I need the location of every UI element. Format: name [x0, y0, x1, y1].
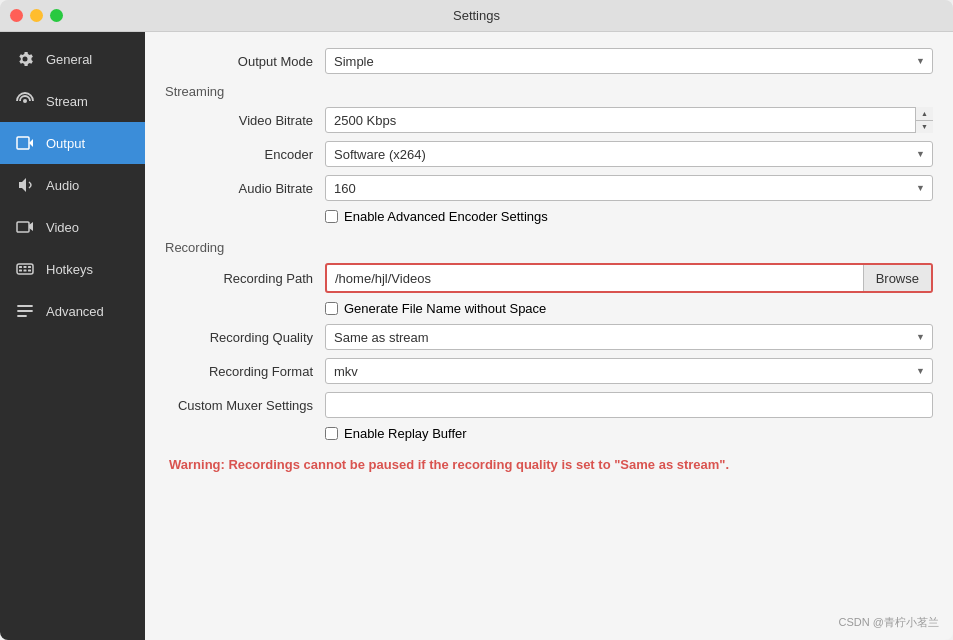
svg-rect-8 — [24, 270, 27, 272]
output-mode-row: Output Mode Simple Advanced — [165, 48, 933, 74]
svg-rect-4 — [19, 266, 22, 268]
hotkeys-icon — [14, 258, 36, 280]
recording-path-input[interactable] — [327, 265, 863, 291]
advanced-encoder-row: Enable Advanced Encoder Settings — [165, 209, 933, 224]
output-mode-select[interactable]: Simple Advanced — [325, 48, 933, 74]
recording-quality-row: Recording Quality Same as stream High Qu… — [165, 324, 933, 350]
audio-bitrate-row: Audio Bitrate 64 96 128 160 192 256 320 — [165, 175, 933, 201]
generate-filename-label: Generate File Name without Space — [344, 301, 546, 316]
replay-buffer-row: Enable Replay Buffer — [165, 426, 933, 441]
sidebar-label-audio: Audio — [46, 178, 79, 193]
sidebar-label-stream: Stream — [46, 94, 88, 109]
sidebar-label-hotkeys: Hotkeys — [46, 262, 93, 277]
recording-section-header: Recording — [165, 240, 933, 255]
video-bitrate-spinners: ▲ ▼ — [915, 107, 933, 133]
video-bitrate-spin-wrapper: ▲ ▼ — [325, 107, 933, 133]
titlebar: Settings — [0, 0, 953, 32]
recording-format-label: Recording Format — [165, 364, 325, 379]
minimize-button[interactable] — [30, 9, 43, 22]
video-bitrate-up[interactable]: ▲ — [916, 107, 933, 121]
window-title: Settings — [453, 8, 500, 23]
sidebar-label-general: General — [46, 52, 92, 67]
video-icon — [14, 216, 36, 238]
maximize-button[interactable] — [50, 9, 63, 22]
svg-rect-1 — [17, 137, 29, 149]
sidebar-item-general[interactable]: General — [0, 38, 145, 80]
audio-icon — [14, 174, 36, 196]
advanced-encoder-label: Enable Advanced Encoder Settings — [344, 209, 548, 224]
close-button[interactable] — [10, 9, 23, 22]
recording-quality-select[interactable]: Same as stream High Quality, Medium File… — [325, 324, 933, 350]
generate-filename-row: Generate File Name without Space — [165, 301, 933, 316]
encoder-select[interactable]: Software (x264) Hardware (NVENC) Hardwar… — [325, 141, 933, 167]
recording-format-row: Recording Format mkv mp4 mov flv ts m3u8 — [165, 358, 933, 384]
recording-path-label: Recording Path — [165, 271, 325, 286]
sidebar-item-advanced[interactable]: Advanced — [0, 290, 145, 332]
sidebar-item-output[interactable]: Output — [0, 122, 145, 164]
svg-point-0 — [23, 99, 27, 103]
svg-rect-5 — [24, 266, 27, 268]
sidebar-label-advanced: Advanced — [46, 304, 104, 319]
main-panel: Output Mode Simple Advanced Streaming Vi… — [145, 32, 953, 640]
svg-rect-3 — [17, 264, 33, 274]
sidebar-label-video: Video — [46, 220, 79, 235]
recording-quality-label: Recording Quality — [165, 330, 325, 345]
recording-format-select[interactable]: mkv mp4 mov flv ts m3u8 — [325, 358, 933, 384]
svg-rect-7 — [19, 270, 22, 272]
custom-muxer-row: Custom Muxer Settings — [165, 392, 933, 418]
stream-icon — [14, 90, 36, 112]
sidebar-item-audio[interactable]: Audio — [0, 164, 145, 206]
sidebar: General Stream — [0, 32, 145, 640]
custom-muxer-label: Custom Muxer Settings — [165, 398, 325, 413]
sidebar-item-video[interactable]: Video — [0, 206, 145, 248]
output-mode-select-wrapper: Simple Advanced — [325, 48, 933, 74]
recording-quality-select-wrapper: Same as stream High Quality, Medium File… — [325, 324, 933, 350]
svg-rect-2 — [17, 222, 29, 232]
recording-path-input-wrap: Browse — [325, 263, 933, 293]
sidebar-label-output: Output — [46, 136, 85, 151]
custom-muxer-input[interactable] — [325, 392, 933, 418]
window-controls — [10, 9, 63, 22]
video-bitrate-row: Video Bitrate ▲ ▼ — [165, 107, 933, 133]
watermark: CSDN @青柠小茗兰 — [839, 615, 939, 630]
output-icon — [14, 132, 36, 154]
advanced-icon — [14, 300, 36, 322]
svg-rect-9 — [28, 270, 31, 272]
output-mode-label: Output Mode — [165, 54, 325, 69]
generate-filename-checkbox[interactable] — [325, 302, 338, 315]
recording-format-select-wrapper: mkv mp4 mov flv ts m3u8 — [325, 358, 933, 384]
replay-buffer-checkbox[interactable] — [325, 427, 338, 440]
warning-text: Warning: Recordings cannot be paused if … — [165, 457, 933, 472]
sidebar-item-hotkeys[interactable]: Hotkeys — [0, 248, 145, 290]
streaming-section-header: Streaming — [165, 84, 933, 99]
encoder-select-wrapper: Software (x264) Hardware (NVENC) Hardwar… — [325, 141, 933, 167]
gear-icon — [14, 48, 36, 70]
replay-buffer-label: Enable Replay Buffer — [344, 426, 467, 441]
encoder-label: Encoder — [165, 147, 325, 162]
audio-bitrate-select-wrapper: 64 96 128 160 192 256 320 — [325, 175, 933, 201]
encoder-row: Encoder Software (x264) Hardware (NVENC)… — [165, 141, 933, 167]
sidebar-item-stream[interactable]: Stream — [0, 80, 145, 122]
browse-button[interactable]: Browse — [863, 265, 931, 291]
video-bitrate-down[interactable]: ▼ — [916, 121, 933, 134]
recording-path-row: Recording Path Browse — [165, 263, 933, 293]
svg-rect-6 — [28, 266, 31, 268]
video-bitrate-label: Video Bitrate — [165, 113, 325, 128]
video-bitrate-input[interactable] — [325, 107, 933, 133]
advanced-encoder-checkbox[interactable] — [325, 210, 338, 223]
audio-bitrate-label: Audio Bitrate — [165, 181, 325, 196]
audio-bitrate-select[interactable]: 64 96 128 160 192 256 320 — [325, 175, 933, 201]
